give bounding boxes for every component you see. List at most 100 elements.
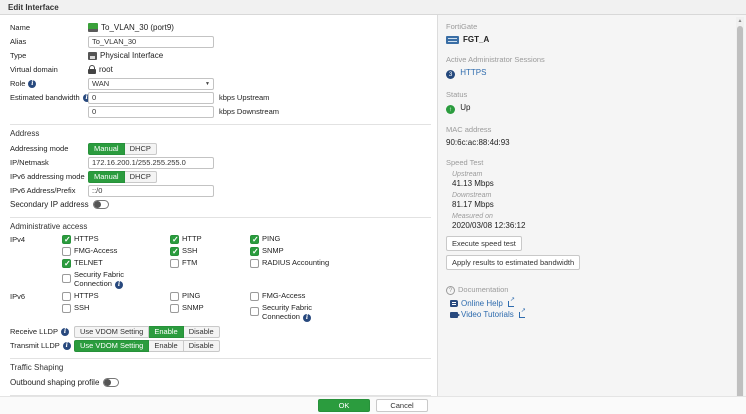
addressing-dhcp-button[interactable]: DHCP [125,143,157,155]
vdom-row: Virtual domain root [10,63,429,76]
info-icon[interactable]: i [63,342,71,350]
addressing-mode-row: Addressing mode Manual DHCP [10,142,429,155]
fortigate-device: FGT_A [446,35,728,44]
mac-label: MAC address [446,125,728,134]
apply-results-button[interactable]: Apply results to estimated bandwidth [446,255,580,270]
checkbox[interactable] [250,292,259,301]
ipv4-http-item[interactable]: HTTP [170,235,250,246]
checkbox[interactable] [170,247,179,256]
ipv6-dhcp-button[interactable]: DHCP [125,171,157,183]
online-help-row[interactable]: Online Help [450,299,728,308]
checkbox[interactable] [62,235,71,244]
ipv6-ping-item[interactable]: PING [170,292,250,303]
speedtest-label: Speed Test [446,158,728,167]
bandwidth-down-row: 0 kbps Downstream [10,105,429,118]
receive-lldp-segment: Use VDOM Setting Enable Disable [74,326,220,338]
alias-input[interactable]: To_VLAN_30 [88,36,214,48]
checkbox[interactable] [62,259,71,268]
receive-lldp-enable-button[interactable]: Enable [149,326,183,338]
outbound-shaping-toggle[interactable] [103,378,119,387]
checkbox[interactable] [62,292,71,301]
ipv4-sfc-item[interactable]: Security Fabric Connectioni [62,271,170,289]
checkbox[interactable] [62,274,71,283]
role-select[interactable]: WAN ▼ [88,78,214,90]
scrollbar-thumb[interactable] [737,26,743,403]
info-icon[interactable]: i [28,80,36,88]
ipv4-radius-item[interactable]: RADIUS Accounting [250,259,429,270]
checkbox[interactable] [62,304,71,313]
secondary-ip-row: Secondary IP address [10,198,429,211]
ipv4-label: IPv4 [10,235,62,244]
ipv4-snmp-item[interactable]: SNMP [250,247,429,258]
transmit-lldp-row: Transmit LLDPi Use VDOM Setting Enable D… [10,339,429,352]
ipv4-ssh-item[interactable]: SSH [170,247,250,258]
https-sessions-link[interactable]: HTTPS [460,68,486,77]
status-up-icon: ↑ [446,105,455,114]
ip-netmask-input[interactable]: 172.16.200.1/255.255.255.0 [88,157,214,169]
ipv6-fmg-item[interactable]: FMG-Access [250,292,429,303]
ipv6-address-input[interactable]: ::/0 [88,185,214,197]
info-icon[interactable]: i [115,281,123,289]
alias-label: Alias [10,37,88,46]
ipv4-ping-item[interactable]: PING [250,235,429,246]
status-value: Up [460,103,470,112]
ipv6-https-item[interactable]: HTTPS [62,292,170,303]
name-label: Name [10,23,88,32]
upstream-bandwidth-input[interactable]: 0 [88,92,214,104]
ipv6-ssh-item[interactable]: SSH [62,304,170,315]
checkbox[interactable] [170,259,179,268]
checkbox[interactable] [250,235,259,244]
bandwidth-label: Estimated bandwidth [10,93,80,102]
online-help-link[interactable]: Online Help [461,299,503,308]
status-label: Status [446,90,728,99]
scroll-up-icon[interactable]: ▲ [736,17,744,25]
ipv4-https-item[interactable]: HTTPS [62,235,170,246]
transmit-lldp-enable-button[interactable]: Enable [149,340,183,352]
ipv4-telnet-item[interactable]: TELNET [62,259,170,270]
downstream-bandwidth-input[interactable]: 0 [88,106,214,118]
checkbox[interactable] [250,259,259,268]
downstream-value: 81.17 Mbps [452,200,728,209]
downstream-unit-label: kbps Downstream [219,107,279,116]
name-value: To_VLAN_30 (port9) [101,23,174,32]
ipv6-sfc-item[interactable]: Security Fabric Connectioni [250,304,429,322]
transmit-lldp-disable-button[interactable]: Disable [184,340,220,352]
checkbox[interactable] [170,235,179,244]
execute-speed-test-button[interactable]: Execute speed test [446,236,522,251]
ipv6-snmp-item[interactable]: SNMP [170,304,250,315]
role-row: Rolei WAN ▼ [10,77,429,90]
ipv4-fmg-item[interactable]: FMG-Access [62,247,170,258]
checkbox[interactable] [250,247,259,256]
secondary-ip-toggle[interactable] [93,200,109,209]
transmit-lldp-vdom-button[interactable]: Use VDOM Setting [74,340,149,352]
info-icon[interactable]: i [61,328,69,336]
ipv6-access-grid: IPv6 HTTPS SSH PING SNMP FMG-Access Secu… [10,292,429,323]
downstream-label: Downstream [452,192,728,199]
checkbox[interactable] [170,304,179,313]
addressing-mode-label: Addressing mode [10,144,88,153]
receive-lldp-disable-button[interactable]: Disable [184,326,220,338]
video-tutorials-row[interactable]: Video Tutorials [450,310,728,319]
ipv6-manual-button[interactable]: Manual [88,171,125,183]
receive-lldp-row: Receive LLDPi Use VDOM Setting Enable Di… [10,325,429,338]
info-icon[interactable]: i [303,314,311,322]
outbound-shaping-row: Outbound shaping profile [10,376,429,389]
addressing-manual-button[interactable]: Manual [88,143,125,155]
receive-lldp-vdom-button[interactable]: Use VDOM Setting [74,326,149,338]
vdom-icon [88,69,96,74]
checkbox[interactable] [62,247,71,256]
form-panel: Name To_VLAN_30 (port9) Alias To_VLAN_30… [0,15,437,414]
info-sidebar: FortiGate FGT_A Active Administrator Ses… [437,15,746,414]
ipv4-ftm-item[interactable]: FTM [170,259,250,270]
addressing-mode-segment: Manual DHCP [88,143,157,155]
ipv6-address-row: IPv6 Address/Prefix ::/0 [10,184,429,197]
video-tutorials-link[interactable]: Video Tutorials [461,310,514,319]
checkbox[interactable] [250,307,259,316]
checkbox[interactable] [170,292,179,301]
transmit-lldp-segment: Use VDOM Setting Enable Disable [74,340,220,352]
ok-button[interactable]: OK [318,399,370,412]
mac-value: 90:6c:ac:88:4d:93 [446,138,728,147]
cancel-button[interactable]: Cancel [376,399,428,412]
ipv6-mode-label: IPv6 addressing mode [10,172,88,181]
sidebar-scrollbar[interactable]: ▲ ▼ [736,17,744,412]
